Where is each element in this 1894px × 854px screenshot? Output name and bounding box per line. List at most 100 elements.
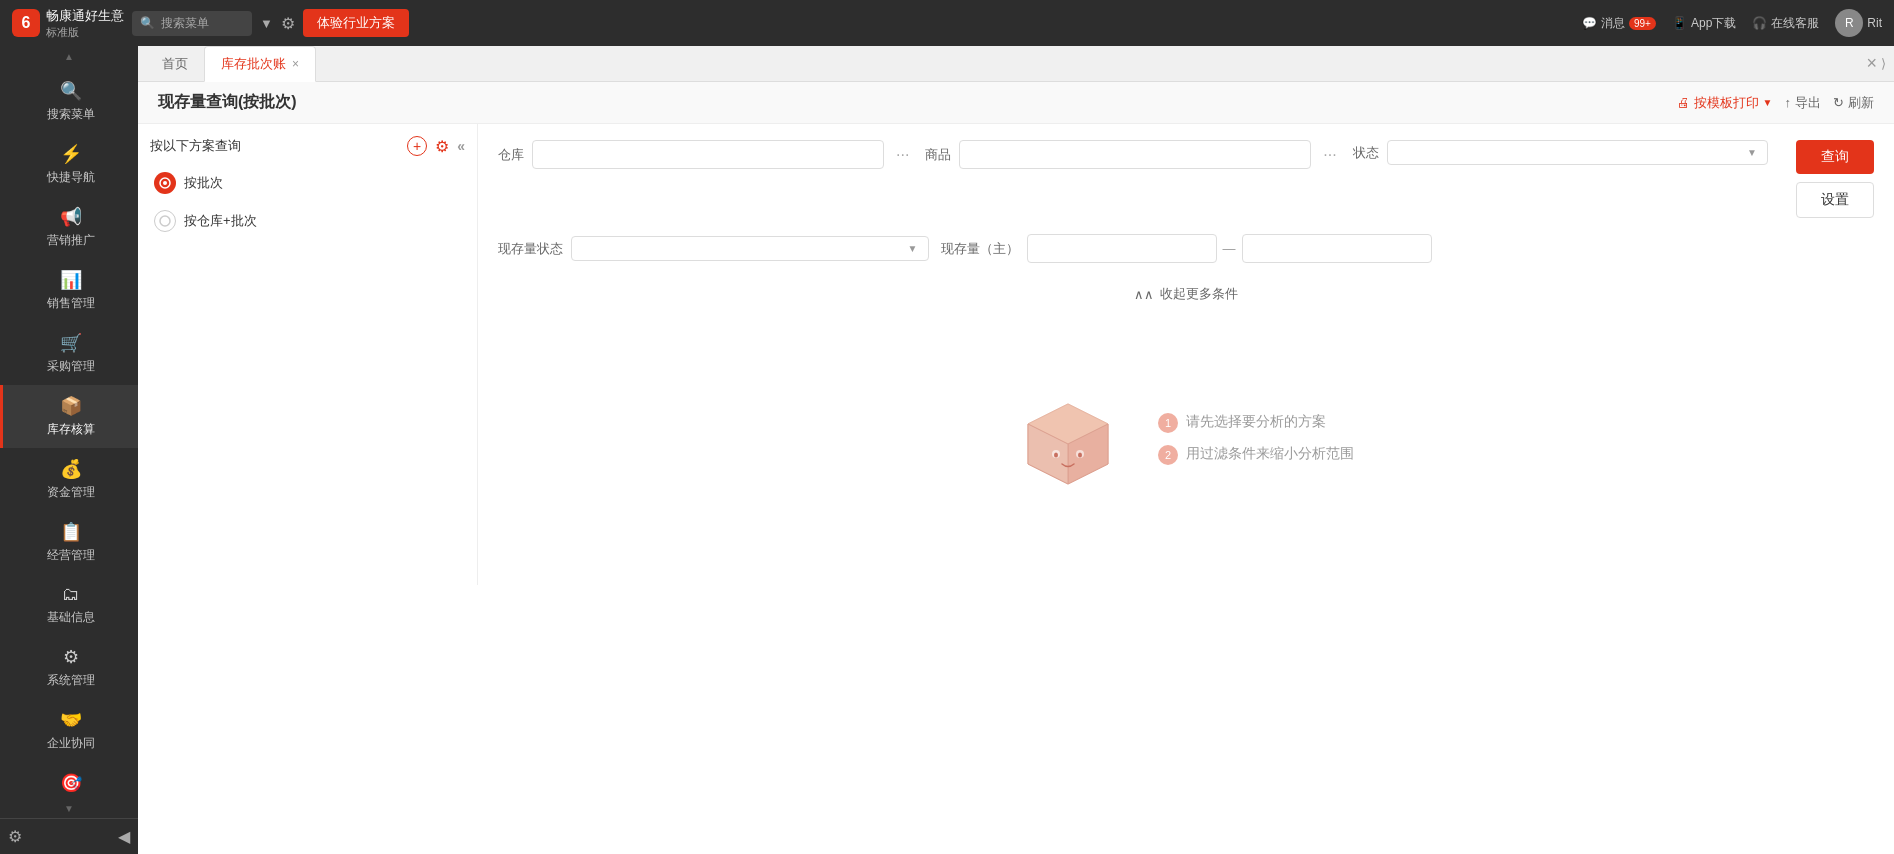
app-version: 标准版 <box>46 25 124 40</box>
sidebar-item-basic[interactable]: 🗂 基础信息 <box>0 574 138 636</box>
tab-inventory-batch-label: 库存批次账 <box>221 55 286 73</box>
status-label: 状态 <box>1353 144 1379 162</box>
stock-status-dropdown[interactable]: ▼ <box>571 236 929 261</box>
filter-main: 仓库 ··· 商品 ··· 状态 <box>478 124 1894 585</box>
svg-point-1 <box>163 181 167 185</box>
sidebar-label-search: 搜索菜单 <box>47 106 95 123</box>
user-initial: R <box>1845 16 1854 30</box>
print-dropdown-icon[interactable]: ▼ <box>1763 97 1773 108</box>
settings-query-btn[interactable]: 设置 <box>1796 182 1874 218</box>
sidebar-item-system[interactable]: ⚙ 系统管理 <box>0 636 138 699</box>
sidebar-item-sales[interactable]: 📊 销售管理 <box>0 259 138 322</box>
sidebar-item-marketing[interactable]: 📢 营销推广 <box>0 196 138 259</box>
messages-label: 消息 <box>1601 15 1625 32</box>
query-btn[interactable]: 查询 <box>1796 140 1874 174</box>
warehouse-dots[interactable]: ··· <box>892 146 913 164</box>
chart-icon: 📊 <box>60 269 82 291</box>
sidebar-item-search[interactable]: 🔍 搜索菜单 <box>0 70 138 133</box>
sidebar-label-purchase: 采购管理 <box>47 358 95 375</box>
sidebar-item-finance[interactable]: 💰 资金管理 <box>0 448 138 511</box>
messages-item[interactable]: 💬 消息 99+ <box>1582 15 1656 32</box>
export-btn[interactable]: ↑ 导出 <box>1785 94 1822 112</box>
megaphone-icon: 📢 <box>60 206 82 228</box>
online-service-item[interactable]: 🎧 在线客服 <box>1752 15 1819 32</box>
top-bar-left: 6 畅康通好生意 标准版 🔍 搜索菜单 ▼ ⚙ 体验行业方案 <box>12 7 409 40</box>
collapse-sidebar-icon[interactable]: ◀ <box>118 827 130 846</box>
avatar: R <box>1835 9 1863 37</box>
expand-icon[interactable]: ⟩ <box>1881 56 1886 71</box>
tab-bar: 首页 库存批次账 × × ⟩ <box>138 46 1894 82</box>
empty-illustration <box>1018 389 1118 489</box>
schema-item-warehouse-batch[interactable]: 按仓库+批次 <box>138 202 477 240</box>
sidebar-label-finance: 资金管理 <box>47 484 95 501</box>
stock-qty-from[interactable] <box>1027 234 1217 263</box>
gear-icon: ⚙ <box>63 646 79 668</box>
page-title: 现存量查询(按批次) <box>158 92 297 113</box>
phone-icon: 📱 <box>1672 16 1687 30</box>
tab-close-icon[interactable]: × <box>292 57 299 71</box>
menu-search-bar[interactable]: 🔍 搜索菜单 <box>132 11 252 36</box>
stock-qty-label: 现存量（主） <box>941 240 1019 258</box>
refresh-icon: ↻ <box>1833 95 1844 110</box>
clipboard-icon: 📋 <box>60 521 82 543</box>
empty-state: 1 请先选择要分析的方案 2 用过滤条件来缩小分析范围 <box>498 309 1874 569</box>
refresh-btn[interactable]: ↻ 刷新 <box>1833 94 1874 112</box>
settings-icon[interactable]: ⚙ <box>281 14 295 33</box>
schema-collapse-icon[interactable]: « <box>457 138 465 154</box>
sidebar-item-purchase[interactable]: 🛒 采购管理 <box>0 322 138 385</box>
schema-item-batch[interactable]: 按批次 <box>138 164 477 202</box>
dropdown-arrow[interactable]: ▼ <box>260 16 273 31</box>
tab-home-label: 首页 <box>162 55 188 73</box>
money-icon: 💰 <box>60 458 82 480</box>
app-download-item[interactable]: 📱 App下载 <box>1672 15 1736 32</box>
stock-status-arrow: ▼ <box>908 243 918 254</box>
logo-icon: 6 <box>12 9 40 37</box>
target-icon: 🎯 <box>60 772 82 794</box>
user-item[interactable]: R Rit <box>1835 9 1882 37</box>
tab-home[interactable]: 首页 <box>146 47 204 81</box>
content-area: 首页 库存批次账 × × ⟩ 现存量查询(按批次) 🖨 按模板打印 ▼ <box>138 46 1894 854</box>
messages-badge: 99+ <box>1629 17 1656 30</box>
filter-sidebar-header: 按以下方案查询 + ⚙ « <box>138 136 477 164</box>
collapse-up-icon: ∧∧ <box>1134 287 1154 302</box>
status-dropdown[interactable]: ▼ <box>1387 140 1768 165</box>
sidebar-label-basic: 基础信息 <box>47 609 95 626</box>
warehouse-input[interactable] <box>532 140 884 169</box>
sidebar-item-newuser[interactable]: 🎯 新手引导 <box>0 762 138 798</box>
range-input: — <box>1027 234 1432 263</box>
search-icon: 🔍 <box>60 80 82 102</box>
svg-point-2 <box>160 216 170 226</box>
tip-text-2: 用过滤条件来缩小分析范围 <box>1186 445 1354 463</box>
empty-state-inner: 1 请先选择要分析的方案 2 用过滤条件来缩小分析范围 <box>1018 389 1354 489</box>
experience-btn[interactable]: 体验行业方案 <box>303 9 409 37</box>
collapse-btn[interactable]: ∧∧ 收起更多条件 <box>1128 279 1244 309</box>
close-panel-icon[interactable]: × <box>1866 53 1877 74</box>
scroll-down-arrow[interactable]: ▼ <box>0 798 138 818</box>
add-schema-icon[interactable]: + <box>407 136 427 156</box>
product-dots[interactable]: ··· <box>1319 146 1340 164</box>
sidebar-item-enterprise[interactable]: 🤝 企业协同 <box>0 699 138 762</box>
filter-group-status: 状态 ▼ <box>1353 140 1768 165</box>
stock-qty-to[interactable] <box>1242 234 1432 263</box>
online-service-label: 在线客服 <box>1771 15 1819 32</box>
stock-status-label: 现存量状态 <box>498 240 563 258</box>
tab-inventory-batch[interactable]: 库存批次账 × <box>204 46 316 82</box>
print-btn[interactable]: 🖨 按模板打印 ▼ <box>1677 94 1773 112</box>
product-input[interactable] <box>959 140 1311 169</box>
tip-num-2: 2 <box>1158 445 1178 465</box>
top-bar: 6 畅康通好生意 标准版 🔍 搜索菜单 ▼ ⚙ 体验行业方案 💬 消息 99+ … <box>0 0 1894 46</box>
folder-icon: 🗂 <box>62 584 80 605</box>
schema-settings-icon[interactable]: ⚙ <box>435 137 449 156</box>
print-icon: 🖨 <box>1677 95 1690 110</box>
scroll-up-arrow[interactable]: ▲ <box>0 46 138 66</box>
tip-text-1: 请先选择要分析的方案 <box>1186 413 1326 431</box>
sidebar-item-inventory[interactable]: 📦 库存核算 <box>0 385 138 448</box>
settings-bottom-icon[interactable]: ⚙ <box>8 827 22 846</box>
user-name: Rit <box>1867 16 1882 30</box>
sidebar-items: 🔍 搜索菜单 ⚡ 快捷导航 📢 营销推广 📊 销售管理 🛒 采购管理 📦 <box>0 66 138 798</box>
page-header-actions: 🖨 按模板打印 ▼ ↑ 导出 ↻ 刷新 <box>1677 94 1874 112</box>
svg-point-9 <box>1078 453 1082 458</box>
filter-group-stock-qty: 现存量（主） — <box>941 234 1432 263</box>
sidebar-item-quicknav[interactable]: ⚡ 快捷导航 <box>0 133 138 196</box>
sidebar-item-operation[interactable]: 📋 经营管理 <box>0 511 138 574</box>
